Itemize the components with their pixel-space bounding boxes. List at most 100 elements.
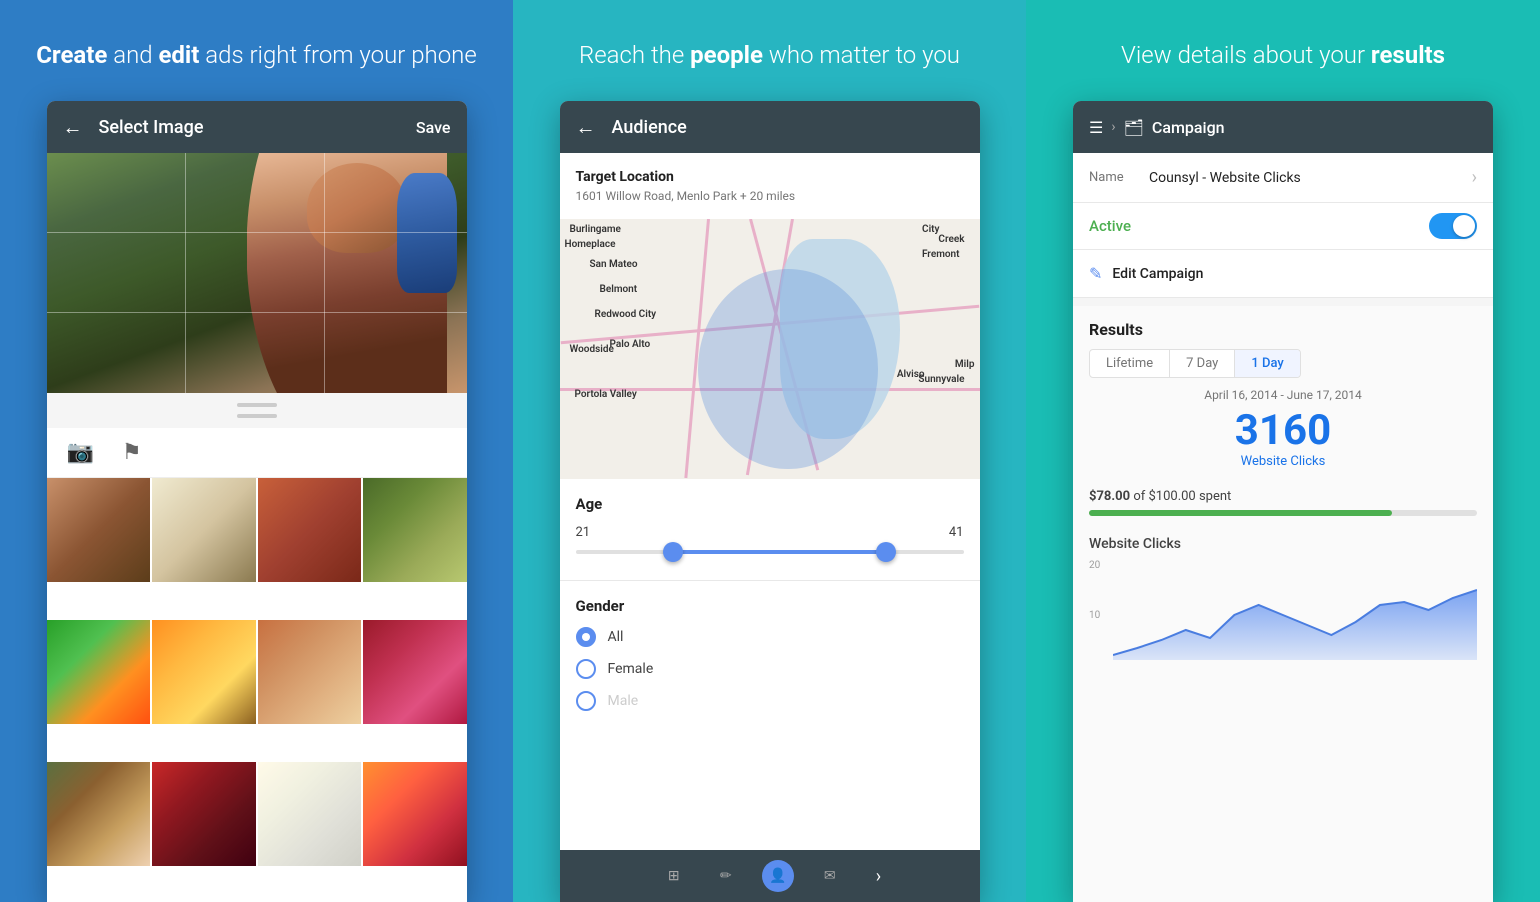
nav-icon-3-glyph: 👤 [769,868,786,884]
panel3-headline: View details about your results [1121,40,1445,71]
gallery-item[interactable] [152,762,256,866]
website-clicks-title: Website Clicks [1089,536,1477,552]
headline-bold-results: results [1371,41,1445,69]
radio-all[interactable] [576,627,596,647]
gallery-item[interactable] [363,762,467,866]
active-toggle[interactable] [1429,213,1477,239]
editor-photo [47,153,467,393]
edit-campaign-row[interactable]: ✎ Edit Campaign [1073,250,1493,298]
image-editor [47,153,467,393]
campaign-name-row[interactable]: Name Counsyl - Website Clicks › [1073,153,1493,203]
gallery-item[interactable] [363,478,467,582]
gallery-item[interactable] [258,620,362,724]
flag-tab[interactable]: ⚑ [118,436,146,469]
map-label-belmont: Belmont [600,284,638,295]
section-divider [1073,298,1493,306]
age-section: Age 21 41 [560,479,980,580]
edit-label: Edit Campaign [1112,266,1203,282]
y-label-20: 20 [1089,560,1100,571]
save-button[interactable]: Save [416,118,451,137]
big-number: 3160 [1089,408,1477,454]
back-button-1[interactable]: ← [63,115,83,140]
big-number-label: Website Clicks [1089,454,1477,469]
gallery-item[interactable] [47,620,151,724]
map-label-sunnyvale: Sunnyvale [918,374,964,385]
gallery-item[interactable] [152,620,256,724]
budget-bar [1089,510,1477,516]
nav-icon-3[interactable]: 👤 [762,860,794,892]
website-clicks-section: Website Clicks 20 10 [1073,526,1493,902]
app-bar-2: ← Audience [560,101,980,153]
nav-icon-4[interactable]: ✉ [814,860,846,892]
gender-title: Gender [576,597,964,615]
time-tabs: Lifetime 7 Day 1 Day [1089,349,1301,378]
gender-option-male[interactable]: Male [576,691,964,711]
slider-thumb-left[interactable] [663,542,683,562]
age-title: Age [576,495,964,513]
results-section: Results Lifetime 7 Day 1 Day April 16, 2… [1073,306,1493,489]
back-button-2[interactable]: ← [576,115,596,140]
chart-svg [1113,560,1477,660]
age-range-labels: 21 41 [576,525,964,540]
map-label-homeplace: Homeplace [565,239,616,250]
gallery-tabs: 📷 ⚑ [47,428,467,478]
budget-bar-fill [1089,510,1392,516]
panel-results: View details about your results ☰ › 🗂 Ca… [1026,0,1540,902]
map-label-redwood: Redwood City [595,309,657,320]
map-highlight [698,269,878,469]
age-max: 41 [949,525,964,540]
gender-option-all[interactable]: All [576,627,964,647]
panel1-headline: Create and edit ads right from your phon… [36,40,477,71]
camera-tab[interactable]: 📷 [63,436,98,469]
nav-arrow[interactable]: › [876,866,881,887]
gallery-item[interactable] [47,762,151,866]
radio-male[interactable] [576,691,596,711]
row-arrow: › [1472,167,1477,188]
radio-label-all: All [608,629,624,645]
nav-icon-1[interactable]: ⊞ [658,860,690,892]
gallery-item[interactable] [363,620,467,724]
phone-mockup-2: ← Audience Target Location 1601 Willow R… [560,101,980,902]
nav-icon-2-glyph: ✏ [720,868,732,884]
gallery-item[interactable] [47,478,151,582]
map-label-milp: Milp [955,359,975,370]
y-label-10: 10 [1089,610,1100,621]
tab-lifetime[interactable]: Lifetime [1090,350,1170,377]
map-label-alviso: Alviso [897,369,925,380]
slider-thumb-right[interactable] [876,542,896,562]
drag-handle[interactable] [47,393,467,428]
map-label-paloalto: Palo Alto [610,339,651,350]
chart-area: 20 10 [1089,560,1477,660]
gallery-grid [47,478,467,902]
nav-icon-4-glyph: ✉ [824,868,836,884]
phone-mockup-3: ☰ › 🗂 Campaign Name Counsyl - Website Cl… [1073,101,1493,902]
radio-label-female: Female [608,661,654,677]
age-slider[interactable] [576,550,964,554]
gallery-item[interactable] [258,762,362,866]
gallery-item[interactable] [258,478,362,582]
map-container[interactable]: Burlingame Homeplace San Mateo City Cree… [560,219,980,479]
camera-icon: 📷 [67,440,94,465]
map-label-portola: Portola Valley [575,389,637,400]
gallery-item[interactable] [152,478,256,582]
results-title: Results [1089,320,1477,339]
tab-1day[interactable]: 1 Day [1235,350,1299,377]
headline-bold-edit: edit [158,41,199,69]
chart-y-labels: 20 10 [1089,560,1100,660]
map-label-creek: Creek [938,234,964,245]
active-label: Active [1089,217,1429,235]
app-bar-1: ← Select Image Save [47,101,467,153]
map-label-fremont: Fremont [922,249,960,260]
gender-option-female[interactable]: Female [576,659,964,679]
target-location-subtitle: 1601 Willow Road, Menlo Park + 20 miles [576,189,964,203]
audience-content: Target Location 1601 Willow Road, Menlo … [560,153,980,850]
campaign-content: Name Counsyl - Website Clicks › Active ✎… [1073,153,1493,902]
headline-bold-create: Create [36,41,107,69]
slider-fill [673,550,886,554]
nav-icon-2[interactable]: ✏ [710,860,742,892]
age-min: 21 [576,525,591,540]
radio-female[interactable] [576,659,596,679]
breadcrumb-folder-icon: 🗂 [1124,118,1144,137]
app-bar-title-1: Select Image [99,117,416,138]
tab-7day[interactable]: 7 Day [1170,350,1235,377]
